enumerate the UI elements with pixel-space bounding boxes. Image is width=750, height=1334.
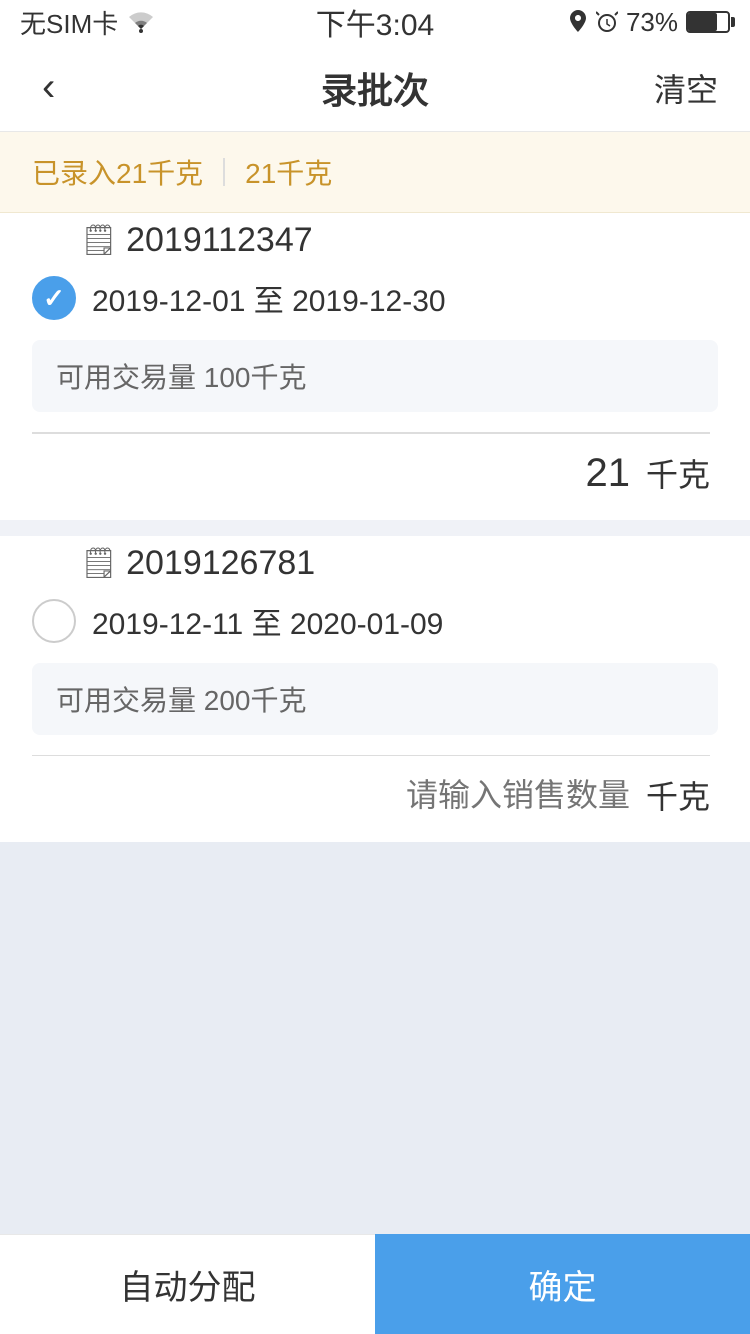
clear-button[interactable]: 清空: [654, 65, 718, 111]
batch2-qty-input[interactable]: [32, 777, 630, 814]
batch1-date: 2019-12-01 至 2019-12-30: [92, 276, 446, 320]
batch2-unit: 千克: [646, 772, 710, 818]
bottom-bar: 自动分配 确定: [0, 1234, 750, 1334]
status-bar-time: 下午3:04: [316, 0, 434, 44]
batch-item-1: 🗒 2019112347 2019-12-01 至 2019-12-30 可用交…: [0, 213, 750, 520]
batch-item-2: 🗒 2019126781 2019-12-11 至 2020-01-09 可用交…: [0, 536, 750, 842]
auto-distribute-button[interactable]: 自动分配: [0, 1234, 375, 1334]
batch2-id: 2019126781: [126, 544, 315, 583]
batch1-amount-value: 21: [585, 451, 630, 496]
batch1-amount-unit: 千克: [646, 450, 710, 496]
nav-bar: ‹ 录批次 清空: [0, 44, 750, 132]
status-bar: 无SIM卡 下午3:04 73%: [0, 0, 750, 44]
back-button[interactable]: ‹: [32, 55, 65, 120]
batch2-input-row[interactable]: 千克: [0, 756, 750, 842]
batch1-id-row: 🗒 2019112347: [0, 213, 750, 268]
batch2-date: 2019-12-11 至 2020-01-09: [92, 599, 443, 643]
location-icon: [568, 10, 588, 34]
batch1-date-row[interactable]: 2019-12-01 至 2019-12-30: [0, 268, 750, 328]
sim-text: 无SIM卡: [20, 4, 118, 41]
batch2-radio[interactable]: [32, 599, 76, 643]
batch2-date-row[interactable]: 2019-12-11 至 2020-01-09: [0, 591, 750, 651]
status-bar-right: 73%: [568, 7, 730, 38]
recorded-amount: 已录入21千克: [32, 152, 203, 192]
doc-icon-1: 🗒: [80, 223, 118, 258]
confirm-button[interactable]: 确定: [375, 1234, 750, 1334]
battery-icon: [686, 11, 730, 33]
wifi-icon: [126, 11, 156, 33]
section-divider: [0, 520, 750, 536]
batch2-available: 可用交易量 200千克: [32, 663, 718, 735]
battery-percent: 73%: [626, 7, 678, 38]
page-title: 录批次: [321, 62, 429, 114]
batch1-id: 2019112347: [126, 221, 313, 260]
status-bar-left: 无SIM卡: [20, 4, 156, 41]
gray-area: [0, 842, 750, 1242]
info-banner: 已录入21千克 21千克: [0, 132, 750, 213]
batch1-amount-row: 21 千克: [0, 434, 750, 520]
doc-icon-2: 🗒: [80, 546, 118, 581]
total-amount: 21千克: [245, 152, 332, 192]
batch1-available: 可用交易量 100千克: [32, 340, 718, 412]
batch1-radio[interactable]: [32, 276, 76, 320]
alarm-icon: [596, 10, 618, 34]
batch2-id-row: 🗒 2019126781: [0, 536, 750, 591]
banner-divider: [223, 158, 225, 186]
